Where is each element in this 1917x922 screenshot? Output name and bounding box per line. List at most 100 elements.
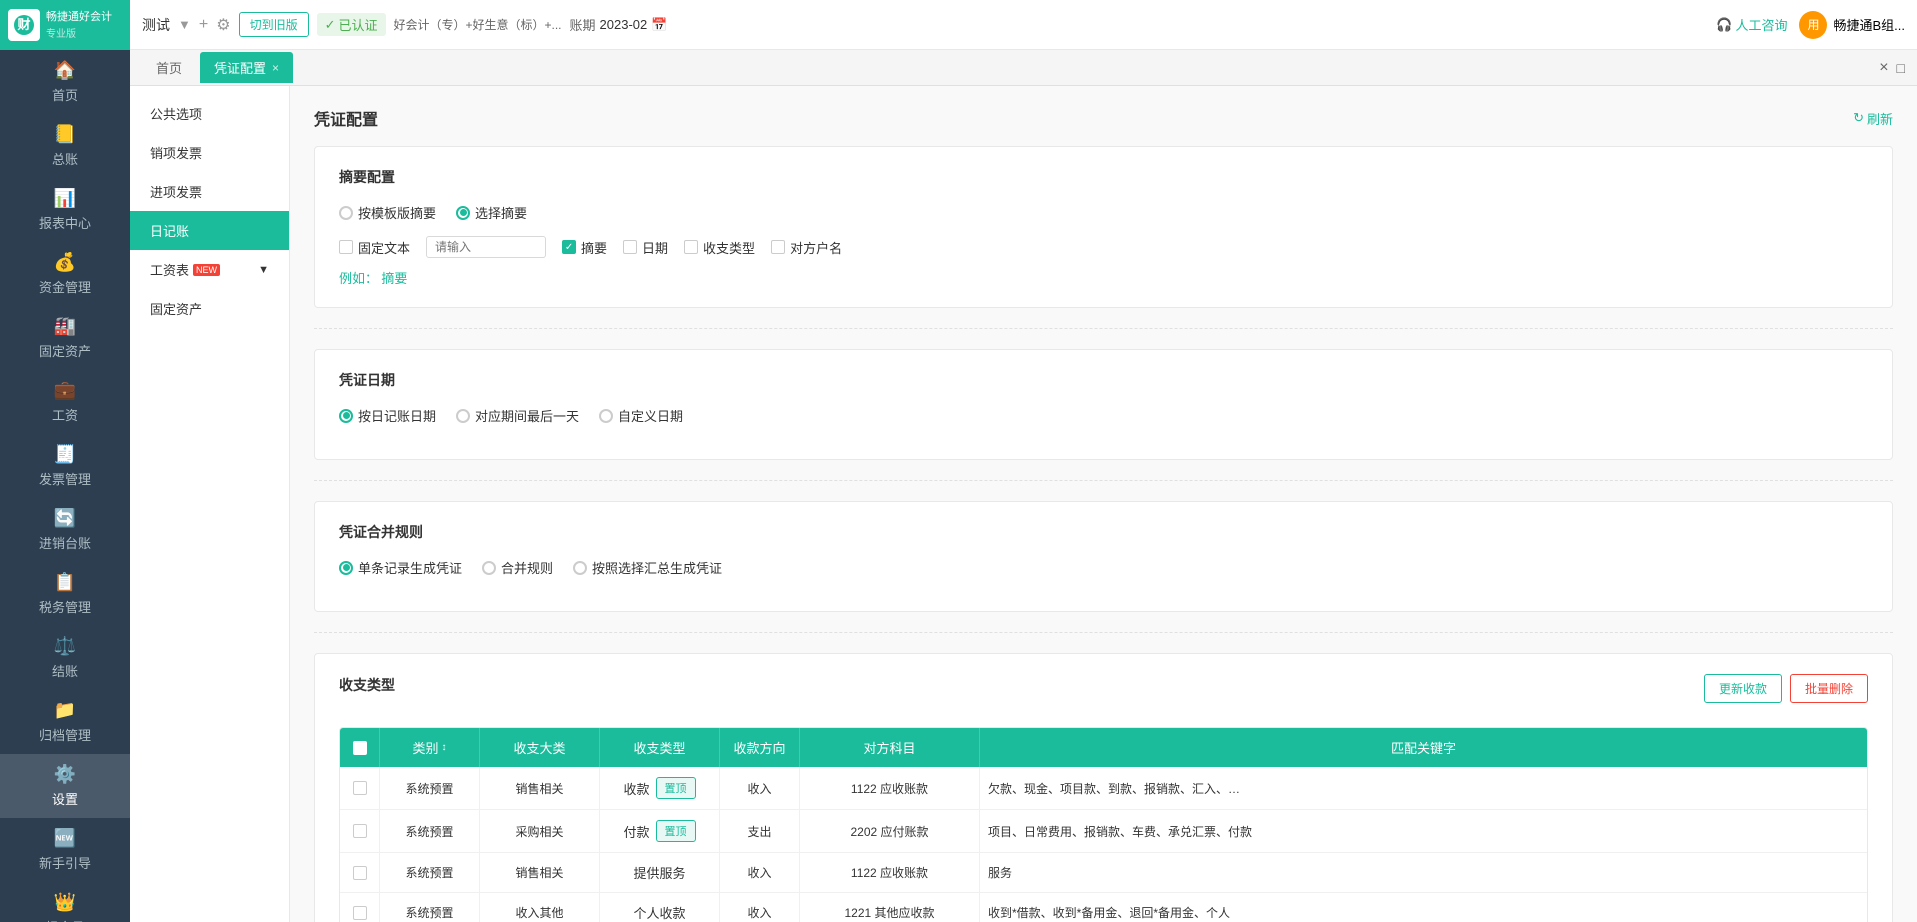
- config-left-nav: 公共选项 销项发票 进项发票 日记账 工资表 NEW ▼ 固定资产: [130, 86, 290, 922]
- sidebar-item-home[interactable]: 🏠 首页: [0, 50, 130, 114]
- switch-old-btn[interactable]: 切到旧版: [239, 12, 309, 37]
- select-all-checkbox[interactable]: [353, 741, 367, 755]
- row-account-4: 1221 其他应收款: [800, 893, 980, 922]
- sidebar-item-reports[interactable]: 📊 报表中心: [0, 178, 130, 242]
- summary-example: 例如： 摘要: [339, 268, 1868, 287]
- row-keywords-1: 欠款、现金、项目款、到款、报销款、汇入、…: [980, 767, 1280, 809]
- settings-gear-icon[interactable]: ⚙: [216, 15, 230, 35]
- row-account-1: 1122 应收账款: [800, 767, 980, 809]
- svg-text:财: 财: [17, 17, 30, 32]
- sidebar-item-funds[interactable]: 💰 资金管理: [0, 242, 130, 306]
- status-detail: 好会计（专）+好生意（标）+...: [394, 16, 562, 33]
- radio-merge-rule[interactable]: 合并规则: [482, 558, 553, 577]
- table-row: 系统预置 收入其他 个人收款 收入 1221 其他应收款 收到*借款、收到*备用…: [340, 893, 1867, 922]
- row-direction-3: 收入: [720, 853, 800, 892]
- dropdown-arrow-icon[interactable]: ▼: [178, 17, 191, 32]
- calendar-icon[interactable]: 📅: [651, 17, 667, 33]
- top-tag-2[interactable]: 置顶: [656, 820, 696, 842]
- row-checkbox-2[interactable]: [340, 810, 380, 852]
- help-btn[interactable]: 🎧 人工咨询: [1716, 15, 1787, 34]
- top-tag-1[interactable]: 置顶: [656, 777, 696, 799]
- row-major-type-2: 采购相关: [480, 810, 600, 852]
- radio-circle-summary-total: [573, 561, 587, 575]
- radio-circle-select: [456, 206, 470, 220]
- radio-select-summary[interactable]: 选择摘要: [456, 203, 527, 222]
- sidebar-item-guide[interactable]: 🆕 新手引导: [0, 818, 130, 882]
- col-type: 收支类型: [600, 728, 720, 767]
- sidebar-item-invoice[interactable]: 🧾 发票管理: [0, 434, 130, 498]
- radio-single-record[interactable]: 单条记录生成凭证: [339, 558, 462, 577]
- radio-custom-date[interactable]: 自定义日期: [599, 406, 683, 425]
- sidebar-item-label: 结账: [52, 661, 78, 680]
- payroll-icon: 💼: [54, 380, 76, 401]
- sidebar-item-fixed-assets[interactable]: 🏭 固定资产: [0, 306, 130, 370]
- row-category-1: 系统预置: [380, 767, 480, 809]
- topbar: 测试 ▼ + ⚙ 切到旧版 ✓ 已认证 好会计（专）+好生意（标）+... 账期…: [130, 0, 1917, 50]
- payment-types-table: 类别↕ 收支大类 收支类型 收款方向 对方科目 匹配关键字 系统预置 销售相关: [339, 727, 1868, 922]
- nav-journal[interactable]: 日记账: [130, 211, 289, 250]
- sidebar-item-label: 首页: [52, 85, 78, 104]
- sidebar-item-ledger[interactable]: 📒 总账: [0, 114, 130, 178]
- archive-icon: 📁: [54, 700, 76, 721]
- row-category-2: 系统预置: [380, 810, 480, 852]
- nav-public[interactable]: 公共选项: [130, 94, 289, 133]
- row-checkbox-4[interactable]: [340, 893, 380, 922]
- radio-circle-merge: [482, 561, 496, 575]
- fixed-text-input[interactable]: [426, 236, 546, 258]
- tab-home[interactable]: 首页: [142, 52, 196, 83]
- tab-close-btn[interactable]: ×: [272, 61, 279, 75]
- checkbox-box-summary: ✓: [562, 240, 576, 254]
- window-close-btn[interactable]: ×: [1879, 59, 1888, 77]
- radio-summary-total[interactable]: 按照选择汇总生成凭证: [573, 558, 722, 577]
- page-title: 凭证配置: [314, 106, 378, 130]
- refresh-btn[interactable]: ↻ 刷新: [1853, 109, 1893, 128]
- col-checkbox[interactable]: [340, 728, 380, 767]
- radio-journal-date[interactable]: 按日记账日期: [339, 406, 436, 425]
- window-max-btn[interactable]: □: [1897, 60, 1905, 76]
- checkbox-date[interactable]: 日期: [623, 238, 668, 257]
- checkbox-box-payment-type: [684, 240, 698, 254]
- voucher-date-title: 凭证日期: [339, 370, 1868, 390]
- sidebar-navigation: 🏠 首页 📒 总账 📊 报表中心 💰 资金管理 🏭 固定资产 💼 工资 🧾 发票…: [0, 50, 130, 922]
- col-account: 对方科目: [800, 728, 980, 767]
- batch-delete-btn[interactable]: 批量删除: [1790, 674, 1868, 703]
- radio-template-summary[interactable]: 按模板版摘要: [339, 203, 436, 222]
- topbar-right: 🎧 人工咨询 用 畅捷通B组...: [1716, 11, 1905, 39]
- checkbox-fixed-text[interactable]: 固定文本: [339, 238, 410, 257]
- tab-voucher-config[interactable]: 凭证配置 ×: [200, 52, 293, 83]
- sidebar-item-archive[interactable]: 📁 归档管理: [0, 690, 130, 754]
- checkbox-counterparty[interactable]: 对方户名: [771, 238, 842, 257]
- nav-purchase-invoice[interactable]: 进项发票: [130, 172, 289, 211]
- row-account-2: 2202 应付账款: [800, 810, 980, 852]
- row-keywords-3: 服务: [980, 853, 1867, 892]
- row-direction-1: 收入: [720, 767, 800, 809]
- sidebar-item-payroll[interactable]: 💼 工资: [0, 370, 130, 434]
- summary-radio-group: 按模板版摘要 选择摘要: [339, 203, 1868, 222]
- update-payment-btn[interactable]: 更新收款: [1704, 674, 1782, 703]
- sidebar-item-member[interactable]: 👑 畅会员: [0, 882, 130, 922]
- checkbox-summary[interactable]: ✓ 摘要: [562, 238, 607, 257]
- radio-period-last[interactable]: 对应期间最后一天: [456, 406, 579, 425]
- nav-sales-invoice[interactable]: 销项发票: [130, 133, 289, 172]
- user-menu[interactable]: 用 畅捷通B组...: [1799, 11, 1905, 39]
- tax-icon: 📋: [54, 572, 76, 593]
- row-major-type-1: 销售相关: [480, 767, 600, 809]
- config-content: 凭证配置 ↻ 刷新 摘要配置 按模板版摘要 选择摘要: [290, 86, 1917, 922]
- sidebar-item-purchase-sales[interactable]: 🔄 进销台账: [0, 498, 130, 562]
- sidebar-item-label: 资金管理: [39, 277, 91, 296]
- sidebar-item-settings[interactable]: ⚙️ 设置: [0, 754, 130, 818]
- sidebar-item-settlement[interactable]: ⚖️ 结账: [0, 626, 130, 690]
- payment-types-section: 收支类型 更新收款 批量删除 类别↕ 收支大类 收支类型: [314, 653, 1893, 922]
- sidebar-item-tax[interactable]: 📋 税务管理: [0, 562, 130, 626]
- nav-fixed-assets[interactable]: 固定资产: [130, 289, 289, 328]
- tab-bar: 首页 凭证配置 × × □: [130, 50, 1917, 86]
- main-area: 测试 ▼ + ⚙ 切到旧版 ✓ 已认证 好会计（专）+好生意（标）+... 账期…: [130, 0, 1917, 922]
- add-icon[interactable]: +: [199, 16, 208, 34]
- row-checkbox-1[interactable]: [340, 767, 380, 809]
- col-direction: 收款方向: [720, 728, 800, 767]
- row-checkbox-3[interactable]: [340, 853, 380, 892]
- checkbox-payment-type[interactable]: 收支类型: [684, 238, 755, 257]
- row-type-4: 个人收款: [600, 893, 720, 922]
- nav-payroll-table[interactable]: 工资表 NEW ▼: [130, 250, 289, 289]
- sidebar-item-label: 进销台账: [39, 533, 91, 552]
